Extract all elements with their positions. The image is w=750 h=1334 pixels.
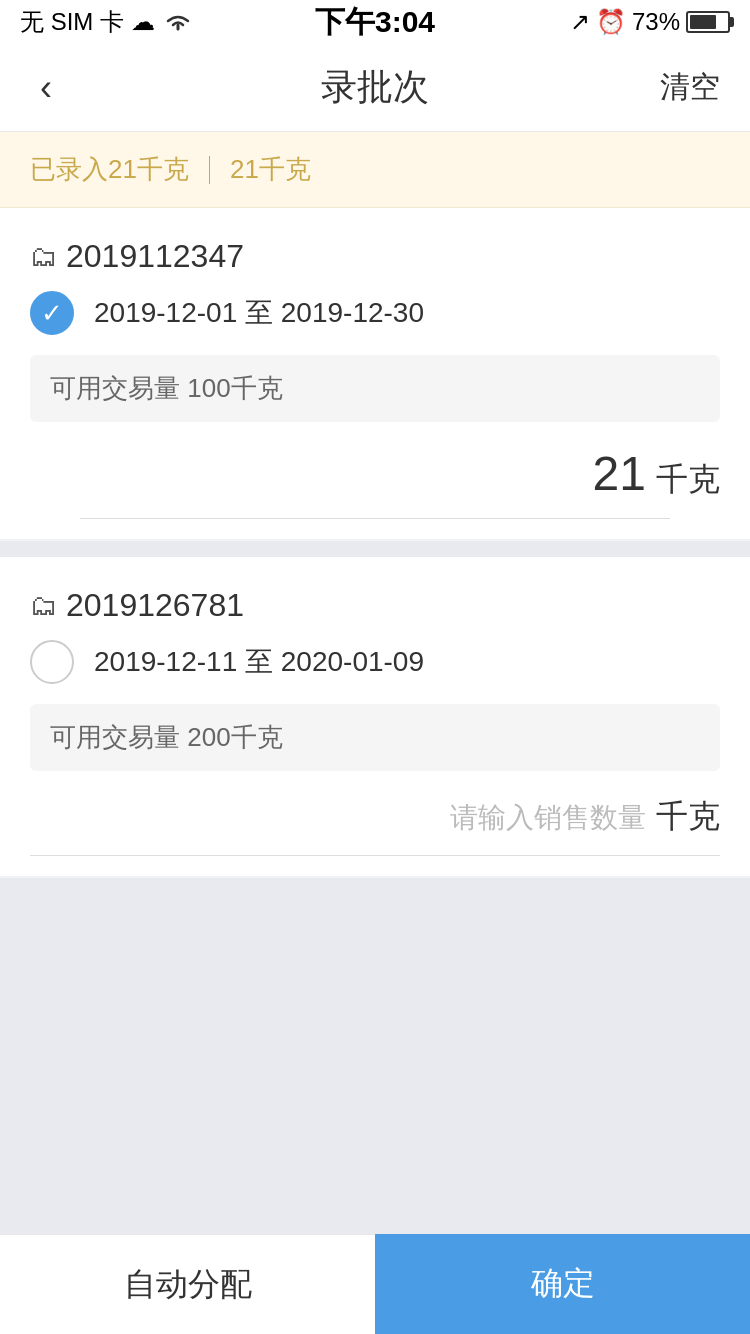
batch-2-unit: 千克 — [656, 795, 720, 839]
batch-1-id: 2019112347 — [66, 238, 244, 275]
batch-card-2-inner: 🗂 2019126781 2019-12-11 至 2020-01-09 可用交… — [0, 557, 750, 771]
batch-2-availability: 可用交易量 200千克 — [30, 704, 720, 771]
batch-card-1: 🗂 2019112347 2019-12-01 至 2019-12-30 可用交… — [0, 208, 750, 539]
batch-card-2: 🗂 2019126781 2019-12-11 至 2020-01-09 可用交… — [0, 557, 750, 876]
batch-2-input-placeholder: 请输入销售数量 — [450, 799, 646, 837]
card-divider — [0, 541, 750, 557]
batch-2-header: 🗂 2019126781 — [30, 587, 720, 624]
batch-1-date-row: 2019-12-01 至 2019-12-30 — [30, 291, 720, 335]
batch-1-bottom-pad — [0, 519, 750, 539]
confirm-label: 确定 — [531, 1262, 595, 1306]
wifi-icon — [163, 11, 193, 33]
confirm-button[interactable]: 确定 — [375, 1234, 750, 1334]
bottom-bar: 自动分配 确定 — [0, 1234, 750, 1334]
batch-2-radio[interactable] — [30, 640, 74, 684]
clock-icon: ⏰ — [596, 8, 626, 36]
batch-1-unit: 千克 — [656, 458, 720, 502]
page-title: 录批次 — [321, 63, 429, 112]
batch-2-icon: 🗂 — [30, 589, 58, 622]
batch-1-amount-row: 21 千克 — [0, 422, 750, 518]
batch-2-date: 2019-12-11 至 2020-01-09 — [94, 643, 424, 681]
battery-fill — [690, 15, 716, 29]
status-time: 下午3:04 — [315, 2, 435, 43]
info-divider — [209, 156, 210, 184]
batch-1-date: 2019-12-01 至 2019-12-30 — [94, 294, 424, 332]
batch-1-amount: 21 — [593, 446, 646, 501]
battery-percent: 73% — [632, 8, 680, 36]
auto-distribute-label: 自动分配 — [124, 1263, 252, 1307]
batch-2-date-row: 2019-12-11 至 2020-01-09 — [30, 640, 720, 684]
clear-button[interactable]: 清空 — [660, 67, 720, 108]
location-icon: ↗ — [570, 8, 590, 36]
info-banner: 已录入21千克 21千克 — [0, 132, 750, 208]
battery-icon — [686, 11, 730, 33]
back-button[interactable]: ‹ — [30, 57, 62, 119]
batch-2-input-row: 请输入销售数量 千克 — [0, 771, 750, 855]
batch-card-1-inner: 🗂 2019112347 2019-12-01 至 2019-12-30 可用交… — [0, 208, 750, 422]
batch-1-availability: 可用交易量 100千克 — [30, 355, 720, 422]
status-right: ↗ ⏰ 73% — [570, 8, 730, 36]
info-value: 21千克 — [230, 152, 311, 187]
page-content: 已录入21千克 21千克 🗂 2019112347 2019-12-01 至 2… — [0, 132, 750, 1334]
batch-1-radio[interactable] — [30, 291, 74, 335]
sim-text: 无 SIM 卡 ☁ — [20, 6, 155, 38]
auto-distribute-button[interactable]: 自动分配 — [0, 1234, 375, 1334]
batch-2-id: 2019126781 — [66, 587, 244, 624]
nav-bar: ‹ 录批次 清空 — [0, 44, 750, 132]
batch-2-bottom-pad — [0, 856, 750, 876]
batch-1-header: 🗂 2019112347 — [30, 238, 720, 275]
batch-1-icon: 🗂 — [30, 240, 58, 273]
status-left: 无 SIM 卡 ☁ — [20, 6, 193, 38]
recorded-amount: 已录入21千克 — [30, 152, 189, 187]
status-bar: 无 SIM 卡 ☁ 下午3:04 ↗ ⏰ 73% — [0, 0, 750, 44]
